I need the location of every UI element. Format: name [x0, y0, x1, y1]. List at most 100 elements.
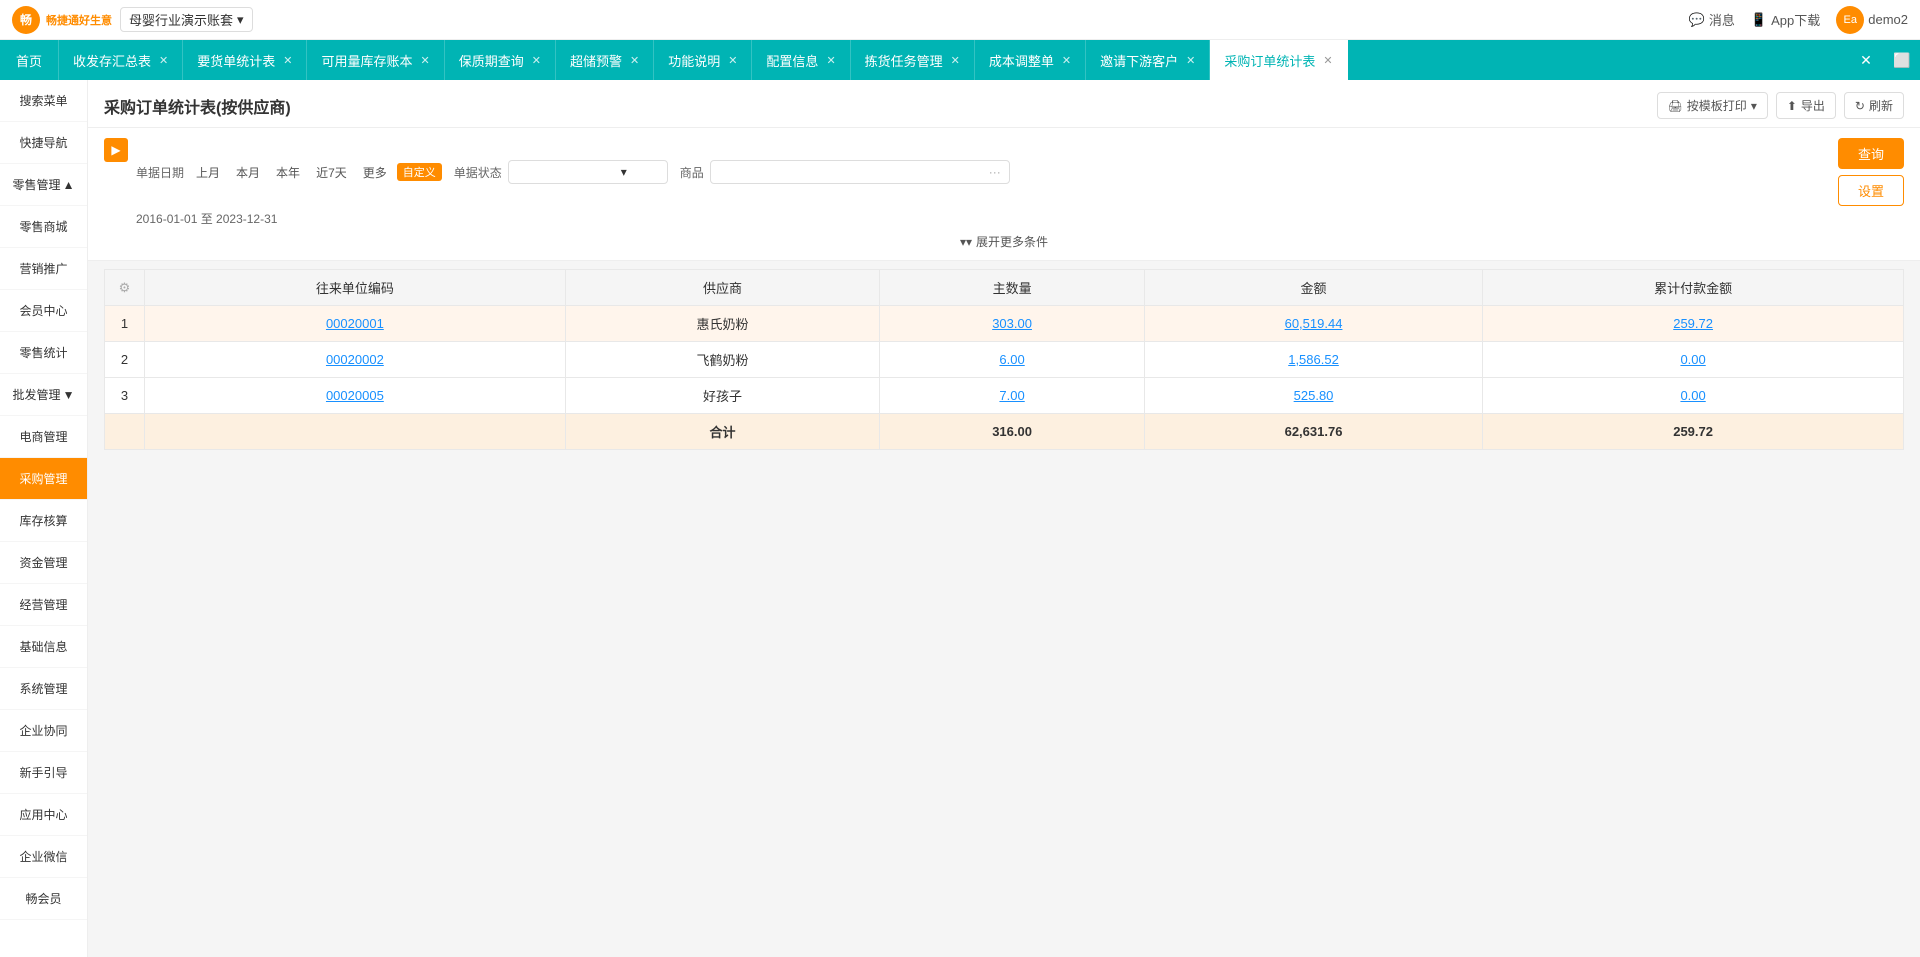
row-qty[interactable]: 303.00 [880, 306, 1145, 342]
tab-keyong-close-icon[interactable]: ✕ [421, 54, 430, 67]
tab-yaohuo[interactable]: 要货单统计表 ✕ [183, 40, 307, 80]
sidebar-item-wechat-label: 企业微信 [19, 850, 67, 864]
sidebar-item-finance[interactable]: 资金管理 [0, 542, 87, 584]
col-paid: 累计付款金额 [1483, 270, 1904, 306]
expand-conditions-button[interactable]: ▾▾ 展开更多条件 [960, 233, 1048, 250]
row-paid[interactable]: 259.72 [1483, 306, 1904, 342]
refresh-icon: ↻ [1855, 99, 1865, 113]
row-amount[interactable]: 60,519.44 [1144, 306, 1482, 342]
app-download-button[interactable]: 📱 App下载 [1751, 10, 1820, 29]
user-area[interactable]: Ea demo2 [1836, 6, 1908, 34]
tab-gongneng-close-icon[interactable]: ✕ [728, 54, 737, 67]
row-paid[interactable]: 0.00 [1483, 378, 1904, 414]
tab-chaochuyujing[interactable]: 超储预警 ✕ [556, 40, 654, 80]
logo-text: 畅捷通好生意 [46, 12, 112, 28]
expand-icon: ▾▾ [960, 235, 972, 249]
row-supplier: 好孩子 [565, 378, 880, 414]
row-code[interactable]: 00020002 [145, 342, 566, 378]
sidebar-item-ecommerce-label: 电商管理 [19, 430, 67, 444]
tab-chengben-close-icon[interactable]: ✕ [1062, 54, 1071, 67]
sidebar-item-search[interactable]: 搜索菜单 [0, 80, 87, 122]
tab-peizhi[interactable]: 配置信息 ✕ [752, 40, 850, 80]
status-chevron-icon: ▾ [621, 165, 627, 179]
column-settings-icon[interactable]: ⚙ [119, 280, 131, 295]
wholesale-arrow-icon: ▼ [63, 388, 75, 402]
tab-caigou-close-icon[interactable]: ✕ [1323, 54, 1332, 67]
custom-date-badge[interactable]: 自定义 [397, 163, 442, 181]
sidebar-item-member[interactable]: 会员中心 [0, 290, 87, 332]
refresh-button[interactable]: ↻ 刷新 [1844, 92, 1904, 119]
username: demo2 [1868, 12, 1908, 27]
tab-chaochuyujing-close-icon[interactable]: ✕ [630, 54, 639, 67]
message-label: 消息 [1709, 10, 1735, 29]
row-no: 2 [105, 342, 145, 378]
toggle-filter-button[interactable]: ▶ [104, 138, 128, 162]
shortcut-this-year[interactable]: 本年 [270, 162, 306, 183]
shortcut-more[interactable]: 更多 [357, 162, 393, 183]
goods-input[interactable]: ··· [710, 160, 1010, 184]
sidebar-item-member-label: 会员中心 [19, 304, 67, 318]
tab-peizhi-close-icon[interactable]: ✕ [826, 54, 835, 67]
tab-home[interactable]: 首页 [0, 40, 59, 80]
sidebar-item-marketing[interactable]: 营销推广 [0, 248, 87, 290]
sidebar-item-inventory[interactable]: 库存核算 [0, 500, 87, 542]
row-code[interactable]: 00020005 [145, 378, 566, 414]
workspace-selector[interactable]: 母婴行业演示账套 ▾ [120, 7, 253, 32]
sidebar-item-wechat[interactable]: 企业微信 [0, 836, 87, 878]
sidebar-item-wholesale[interactable]: 批发管理 ▼ [0, 374, 87, 416]
row-qty[interactable]: 6.00 [880, 342, 1145, 378]
template-print-button[interactable]: 🖨 按模板打印 ▾ [1657, 92, 1768, 119]
row-amount[interactable]: 525.80 [1144, 378, 1482, 414]
sidebar-item-newguide[interactable]: 新手引导 [0, 752, 87, 794]
content-area: 采购订单统计表(按供应商) 🖨 按模板打印 ▾ ⬆ 导出 ↻ 刷新 [88, 80, 1920, 957]
row-qty[interactable]: 7.00 [880, 378, 1145, 414]
sidebar-item-appcenter[interactable]: 应用中心 [0, 794, 87, 836]
sidebar-item-quick-label: 快捷导航 [19, 136, 67, 150]
table-footer-row: 合计 316.00 62,631.76 259.72 [105, 414, 1904, 450]
tab-keyong[interactable]: 可用量库存账本 ✕ [307, 40, 444, 80]
tab-shoufacun-close-icon[interactable]: ✕ [159, 54, 168, 67]
status-select[interactable]: ▾ [508, 160, 668, 184]
sidebar-item-retail[interactable]: 零售管理 ▲ [0, 164, 87, 206]
shortcut-7days[interactable]: 近7天 [310, 162, 353, 183]
tab-shoufacun[interactable]: 收发存汇总表 ✕ [59, 40, 183, 80]
tab-home-label: 首页 [16, 51, 42, 70]
row-paid[interactable]: 0.00 [1483, 342, 1904, 378]
main-layout: 搜索菜单 快捷导航 零售管理 ▲ 零售商城 营销推广 会员中心 零售统计 批发管… [0, 80, 1920, 957]
tab-yaoqing[interactable]: 邀请下游客户 ✕ [1086, 40, 1210, 80]
tab-gongneng[interactable]: 功能说明 ✕ [654, 40, 752, 80]
query-button[interactable]: 查询 [1838, 138, 1904, 169]
tab-peizhi-label: 配置信息 [766, 51, 818, 70]
sidebar-item-purchase[interactable]: 采购管理 [0, 458, 87, 500]
row-code[interactable]: 00020001 [145, 306, 566, 342]
tab-chengben[interactable]: 成本调整单 ✕ [975, 40, 1086, 80]
close-window-button[interactable]: ✕ [1848, 40, 1884, 80]
tab-pihuo-close-icon[interactable]: ✕ [951, 54, 960, 67]
sidebar-item-retail-stat[interactable]: 零售统计 [0, 332, 87, 374]
sidebar-item-ecommerce[interactable]: 电商管理 [0, 416, 87, 458]
sidebar-item-retail-label: 零售管理 [13, 176, 61, 193]
export-button[interactable]: ⬆ 导出 [1776, 92, 1836, 119]
col-supplier: 供应商 [565, 270, 880, 306]
maximize-button[interactable]: ⬜ [1884, 40, 1920, 80]
shortcut-this-month[interactable]: 本月 [230, 162, 266, 183]
tab-pihuo[interactable]: 拣货任务管理 ✕ [851, 40, 975, 80]
row-amount[interactable]: 1,586.52 [1144, 342, 1482, 378]
tab-yaoqing-close-icon[interactable]: ✕ [1186, 54, 1195, 67]
sidebar-item-basic[interactable]: 基础信息 [0, 626, 87, 668]
download-icon: 📱 [1751, 12, 1767, 28]
sidebar-item-retail-shop[interactable]: 零售商城 [0, 206, 87, 248]
sidebar-item-quick[interactable]: 快捷导航 [0, 122, 87, 164]
shortcut-last-month[interactable]: 上月 [190, 162, 226, 183]
refresh-label: 刷新 [1869, 97, 1893, 114]
sidebar-item-enterprise[interactable]: 企业协同 [0, 710, 87, 752]
tab-baozhiqi[interactable]: 保质期查询 ✕ [445, 40, 556, 80]
tab-caigou[interactable]: 采购订单统计表 ✕ [1210, 40, 1347, 80]
settings-button[interactable]: 设置 [1838, 175, 1904, 206]
message-button[interactable]: 💬 消息 [1689, 10, 1735, 29]
tab-baozhiqi-close-icon[interactable]: ✕ [532, 54, 541, 67]
sidebar-item-system[interactable]: 系统管理 [0, 668, 87, 710]
sidebar-item-vip[interactable]: 畅会员 [0, 878, 87, 920]
sidebar-item-operations[interactable]: 经营管理 [0, 584, 87, 626]
tab-yaohuo-close-icon[interactable]: ✕ [283, 54, 292, 67]
